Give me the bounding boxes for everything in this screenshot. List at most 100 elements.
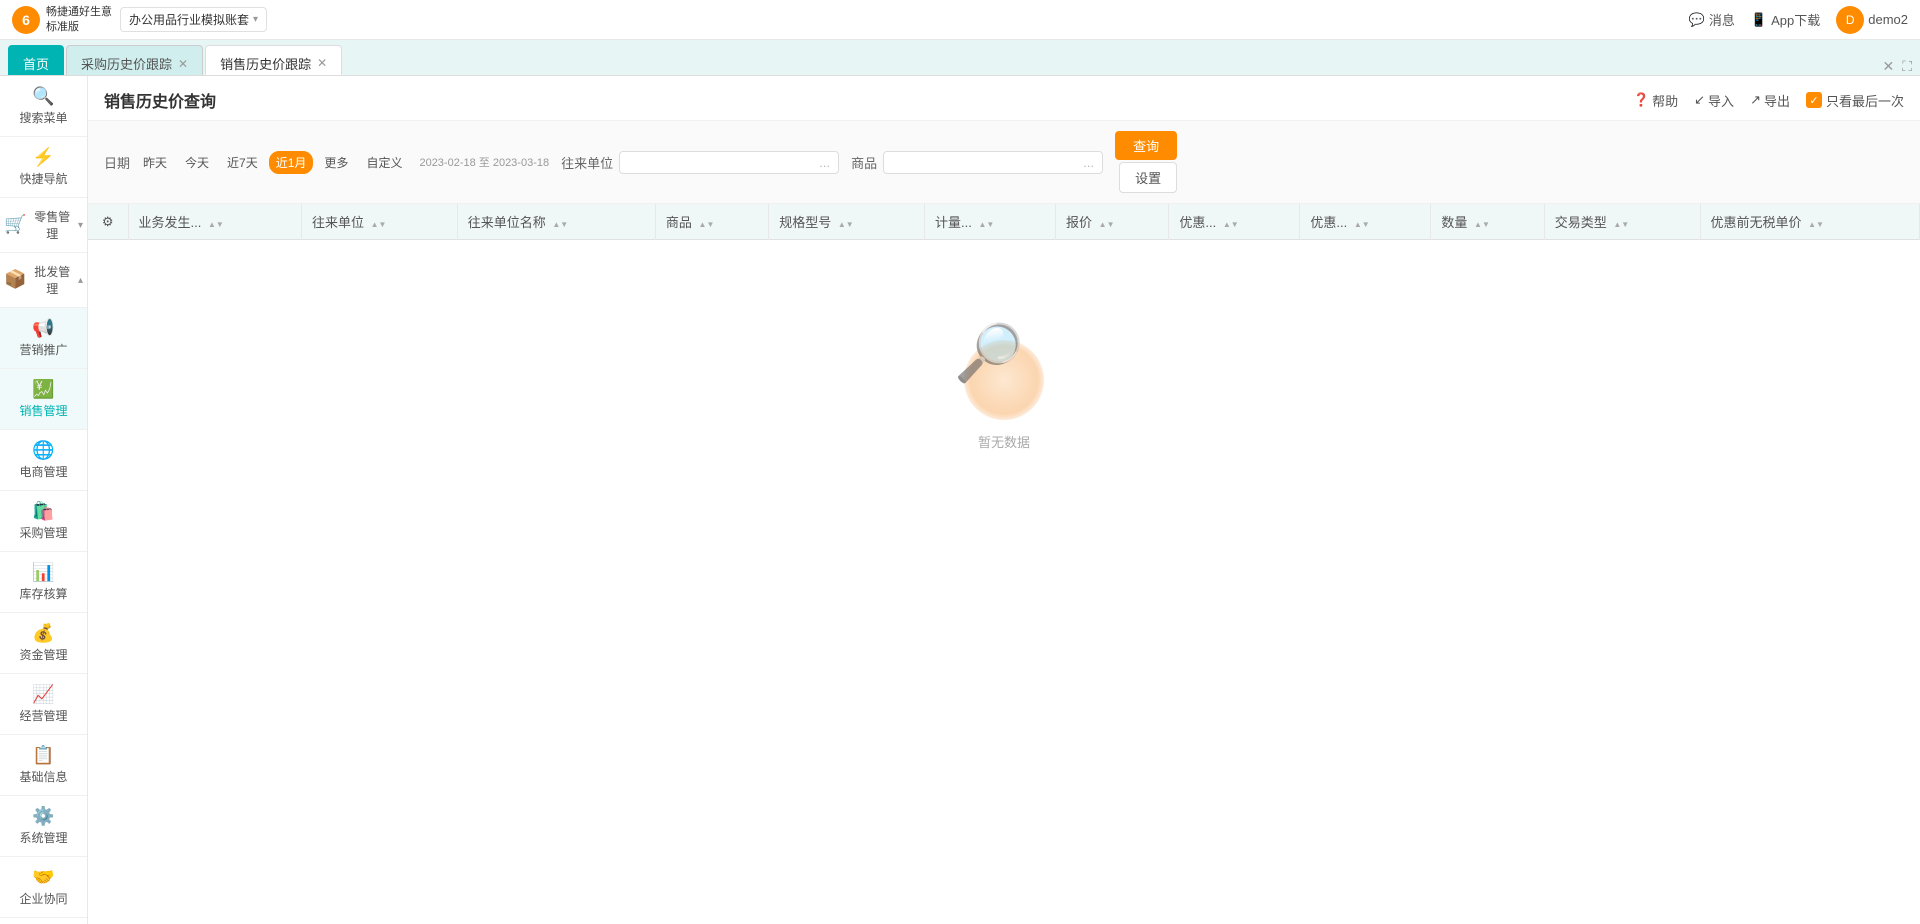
sidebar-item-search[interactable]: 🔍 搜索菜单 bbox=[0, 76, 87, 137]
close-all-tabs-icon[interactable]: ✕ bbox=[1882, 58, 1894, 75]
action-buttons: 查询 设置 bbox=[1115, 131, 1177, 193]
logo-text: 畅捷通好生意 标准版 bbox=[46, 5, 112, 34]
date-btn-7days[interactable]: 近7天 bbox=[220, 151, 265, 174]
finance-icon: 💰 bbox=[32, 623, 54, 644]
sidebar-item-ecommerce[interactable]: 🌐 电商管理 bbox=[0, 430, 87, 491]
wholesale-icon: 📦 bbox=[4, 269, 26, 290]
sidebar-item-wholesale[interactable]: 📦 批发管理 ▴ bbox=[0, 253, 87, 308]
product-dots-button[interactable]: ... bbox=[1083, 155, 1094, 170]
sort-icon: ▲▼ bbox=[208, 221, 224, 229]
search-icon: 🔍 bbox=[32, 86, 54, 107]
chevron-up-icon: ▴ bbox=[78, 275, 83, 286]
sidebar-item-inventory[interactable]: 📊 库存核算 bbox=[0, 552, 87, 613]
col-unit[interactable]: 计量... ▲▼ bbox=[925, 204, 1056, 240]
date-btn-more[interactable]: 更多 bbox=[317, 151, 355, 174]
date-btn-today[interactable]: 今天 bbox=[178, 151, 216, 174]
col-pre-tax-price[interactable]: 优惠前无税单价 ▲▼ bbox=[1700, 204, 1920, 240]
partner-input[interactable] bbox=[628, 155, 819, 170]
only-last-toggle[interactable]: ✓ 只看最后一次 bbox=[1806, 91, 1904, 110]
operations-icon: 📈 bbox=[32, 684, 54, 705]
date-btn-1month[interactable]: 近1月 bbox=[269, 151, 314, 174]
maximize-icon[interactable]: ⛶ bbox=[1902, 58, 1912, 75]
empty-state: 🔎 暂无数据 bbox=[88, 240, 1920, 531]
sidebar-item-purchase-mgmt[interactable]: 🛍️ 采购管理 bbox=[0, 491, 87, 552]
date-range-display: 2023-02-18 至 2023-03-18 bbox=[419, 154, 549, 170]
product-filter-group: 商品 ... bbox=[851, 151, 1103, 174]
import-icon: ↙ bbox=[1694, 92, 1705, 108]
col-biz-date[interactable]: 业务发生... ▲▼ bbox=[128, 204, 301, 240]
export-icon: ↗ bbox=[1750, 92, 1761, 108]
tab-home[interactable]: 首页 bbox=[8, 45, 64, 75]
retail-icon: 🛒 bbox=[4, 214, 26, 235]
sort-icon: ▲▼ bbox=[1099, 221, 1115, 229]
sort-icon: ▲▼ bbox=[1474, 221, 1490, 229]
tab-purchase-history[interactable]: 采购历史价跟踪 ✕ bbox=[66, 45, 203, 75]
system-icon: ⚙️ bbox=[32, 806, 54, 827]
sidebar-item-shortcut[interactable]: ⚡ 快捷导航 bbox=[0, 137, 87, 198]
chevron-down-icon: ▾ bbox=[253, 14, 258, 25]
col-gear[interactable]: ⚙ bbox=[88, 204, 128, 240]
marketing-icon: 📢 bbox=[32, 318, 54, 339]
header-right: 💬 消息 📱 App下载 D demo2 bbox=[1689, 6, 1908, 34]
close-purchase-tab-icon[interactable]: ✕ bbox=[178, 58, 188, 70]
partner-label: 往来单位 bbox=[561, 153, 613, 172]
help-button[interactable]: ❓ 帮助 bbox=[1633, 91, 1678, 110]
user-menu[interactable]: D demo2 bbox=[1836, 6, 1908, 34]
shortcut-icon: ⚡ bbox=[32, 147, 54, 168]
sidebar-item-marketing[interactable]: 📢 营销推广 bbox=[0, 308, 87, 369]
sort-icon: ▲▼ bbox=[1808, 221, 1824, 229]
checkbox-checked-icon: ✓ bbox=[1806, 92, 1822, 108]
sidebar-item-enterprise[interactable]: 🤝 企业协同 bbox=[0, 857, 87, 918]
sidebar-item-retail[interactable]: 🛒 零售管理 ▾ bbox=[0, 198, 87, 253]
partner-dots-button[interactable]: ... bbox=[819, 155, 830, 170]
sort-icon: ▲▼ bbox=[371, 221, 387, 229]
col-trade-type[interactable]: 交易类型 ▲▼ bbox=[1544, 204, 1700, 240]
tab-sales-history[interactable]: 销售历史价跟踪 ✕ bbox=[205, 45, 342, 75]
sidebar-item-basic-info[interactable]: 📋 基础信息 bbox=[0, 735, 87, 796]
col-qty[interactable]: 数量 ▲▼ bbox=[1431, 204, 1544, 240]
settings-button[interactable]: 设置 bbox=[1119, 162, 1177, 193]
sort-icon: ▲▼ bbox=[1223, 221, 1239, 229]
import-button[interactable]: ↙ 导入 bbox=[1694, 91, 1734, 110]
partner-filter-group: 往来单位 ... bbox=[561, 151, 839, 174]
download-icon: 📱 bbox=[1751, 12, 1767, 28]
data-table: ⚙ 业务发生... ▲▼ 往来单位 ▲▼ 往来单位名称 ▲▼ bbox=[88, 204, 1920, 240]
close-sales-tab-icon[interactable]: ✕ bbox=[317, 57, 327, 69]
product-input[interactable] bbox=[892, 155, 1083, 170]
message-icon: 💬 bbox=[1689, 12, 1705, 28]
sort-icon: ▲▼ bbox=[699, 221, 715, 229]
chevron-down-icon: ▾ bbox=[78, 220, 83, 231]
col-partner-code[interactable]: 往来单位 ▲▼ bbox=[301, 204, 457, 240]
company-selector[interactable]: 办公用品行业模拟账套 ▾ bbox=[120, 7, 267, 32]
header-left: 6 畅捷通好生意 标准版 办公用品行业模拟账套 ▾ bbox=[12, 5, 267, 34]
top-header: 6 畅捷通好生意 标准版 办公用品行业模拟账套 ▾ 💬 消息 📱 App下载 D… bbox=[0, 0, 1920, 40]
app-download-button[interactable]: 📱 App下载 bbox=[1751, 10, 1820, 29]
sidebar-item-guide[interactable]: 🎯 新手引导 bbox=[0, 918, 87, 924]
date-btn-custom[interactable]: 自定义 bbox=[359, 151, 409, 174]
table-header-row: ⚙ 业务发生... ▲▼ 往来单位 ▲▼ 往来单位名称 ▲▼ bbox=[88, 204, 1920, 240]
query-button[interactable]: 查询 bbox=[1115, 131, 1177, 160]
sidebar-item-operations[interactable]: 📈 经营管理 bbox=[0, 674, 87, 735]
logo-area: 6 畅捷通好生意 标准版 bbox=[12, 5, 112, 34]
gear-icon[interactable]: ⚙ bbox=[98, 214, 118, 230]
tab-bar-actions: ✕ ⛶ bbox=[1882, 58, 1912, 75]
date-buttons: 昨天 今天 近7天 近1月 更多 自定义 bbox=[136, 151, 409, 174]
date-btn-yesterday[interactable]: 昨天 bbox=[136, 151, 174, 174]
col-product[interactable]: 商品 ▲▼ bbox=[655, 204, 768, 240]
export-button[interactable]: ↗ 导出 bbox=[1750, 91, 1790, 110]
sidebar-item-sales-mgmt[interactable]: 💹 销售管理 bbox=[0, 369, 87, 430]
message-button[interactable]: 💬 消息 bbox=[1689, 10, 1735, 29]
col-partner-name[interactable]: 往来单位名称 ▲▼ bbox=[457, 204, 655, 240]
sidebar-item-finance[interactable]: 💰 资金管理 bbox=[0, 613, 87, 674]
sort-icon: ▲▼ bbox=[1613, 221, 1629, 229]
col-quote[interactable]: 报价 ▲▼ bbox=[1056, 204, 1169, 240]
col-discount1[interactable]: 优惠... ▲▼ bbox=[1169, 204, 1300, 240]
main-layout: 🔍 搜索菜单 ⚡ 快捷导航 🛒 零售管理 ▾ 📦 批发管理 ▴ 📢 营销推广 💹… bbox=[0, 76, 1920, 924]
page-title: 销售历史价查询 bbox=[104, 88, 216, 112]
sidebar-item-system[interactable]: ⚙️ 系统管理 bbox=[0, 796, 87, 857]
purchase-icon: 🛍️ bbox=[32, 501, 54, 522]
avatar: D bbox=[1836, 6, 1864, 34]
enterprise-icon: 🤝 bbox=[32, 867, 54, 888]
col-discount2[interactable]: 优惠... ▲▼ bbox=[1300, 204, 1431, 240]
col-spec[interactable]: 规格型号 ▲▼ bbox=[769, 204, 925, 240]
